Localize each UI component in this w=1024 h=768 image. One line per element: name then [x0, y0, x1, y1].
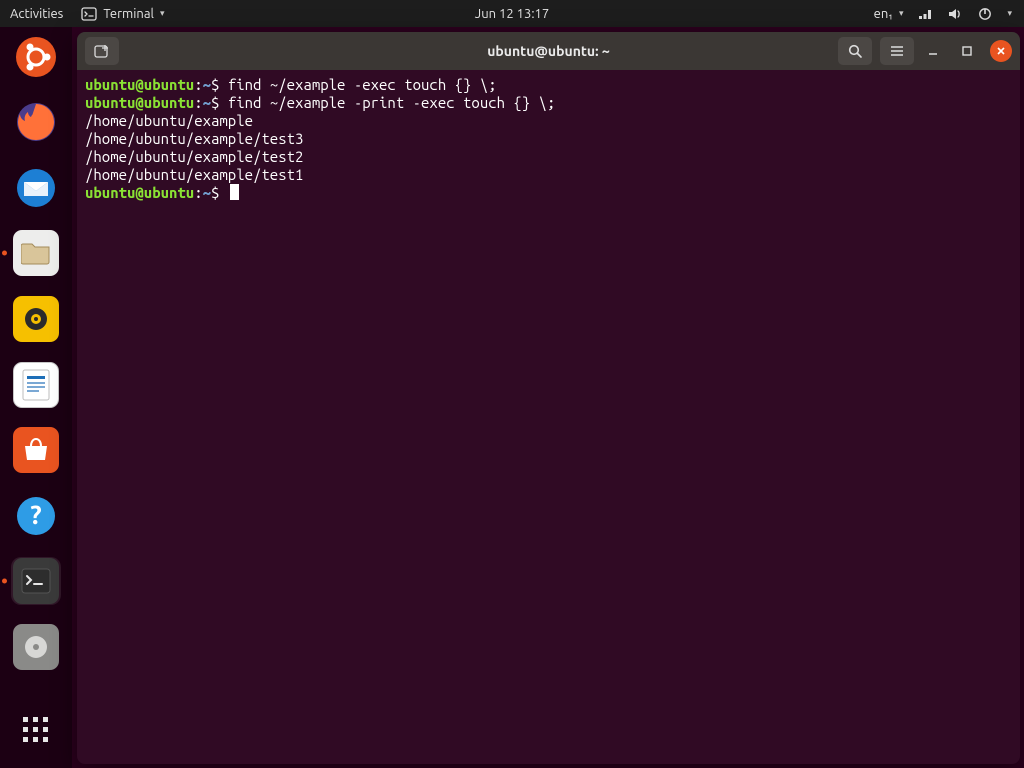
datetime-label: Jun 12 13:17 [475, 7, 549, 21]
terminal-app-icon [13, 558, 59, 604]
search-button[interactable] [838, 37, 872, 65]
ubuntu-logo-icon [14, 35, 58, 79]
dock-item-firefox[interactable] [11, 99, 61, 147]
files-icon [13, 230, 59, 276]
new-tab-icon [93, 42, 111, 60]
ubuntu-software-icon [13, 427, 59, 473]
maximize-icon [961, 45, 973, 57]
window-title: ubuntu@ubuntu: ~ [487, 43, 610, 59]
dock-item-thunderbird[interactable] [11, 164, 61, 212]
input-source-indicator[interactable]: en₁ ▾ [874, 7, 904, 21]
clock-button[interactable]: Jun 12 13:17 [475, 7, 549, 21]
minimize-button[interactable] [922, 40, 944, 62]
firefox-icon [14, 100, 58, 144]
activities-label: Activities [10, 7, 63, 21]
network-icon[interactable] [917, 6, 933, 22]
chevron-down-icon: ▾ [899, 8, 904, 19]
active-app-label: Terminal [103, 7, 154, 21]
gnome-topbar: Activities Terminal ▾ Jun 12 13:17 en₁ ▾… [0, 0, 1024, 27]
terminal-icon [81, 6, 97, 22]
terminal-content[interactable]: ubuntu@ubuntu:~$ find ~/example -exec to… [77, 70, 1020, 764]
new-tab-button[interactable] [85, 37, 119, 65]
terminal-window: ubuntu@ubuntu: ~ ubuntu@ubuntu:~$ find ~… [77, 32, 1020, 764]
close-icon [995, 45, 1007, 57]
close-button[interactable] [990, 40, 1012, 62]
chevron-down-icon[interactable]: ▾ [1007, 8, 1012, 19]
libreoffice-writer-icon [13, 362, 59, 408]
disks-icon [13, 624, 59, 670]
maximize-button[interactable] [956, 40, 978, 62]
svg-text:?: ? [30, 500, 41, 529]
ubuntu-dock: ? [0, 27, 72, 768]
rhythmbox-icon [13, 296, 59, 342]
chevron-down-icon: ▾ [160, 8, 165, 19]
dock-item-help[interactable]: ? [11, 492, 61, 540]
dock-item-terminal[interactable] [11, 557, 61, 605]
dock-item-ubuntu[interactable] [11, 33, 61, 81]
hamburger-menu-button[interactable] [880, 37, 914, 65]
dock-item-rhythmbox[interactable] [11, 295, 61, 343]
help-icon: ? [14, 494, 58, 538]
dock-item-writer[interactable] [11, 361, 61, 409]
window-titlebar[interactable]: ubuntu@ubuntu: ~ [77, 32, 1020, 70]
thunderbird-icon [14, 166, 58, 210]
input-lang-label: en₁ [874, 7, 893, 21]
dock-show-applications[interactable] [11, 706, 61, 754]
activities-button[interactable]: Activities [10, 7, 63, 21]
search-icon [847, 43, 863, 59]
dock-item-ubuntu-software[interactable] [11, 426, 61, 474]
minimize-icon [927, 45, 939, 57]
power-icon[interactable] [977, 6, 993, 22]
dock-item-disks[interactable] [11, 623, 61, 671]
dock-item-files[interactable] [11, 230, 61, 278]
apps-grid-icon [21, 715, 51, 745]
volume-icon[interactable] [947, 6, 963, 22]
hamburger-icon [889, 43, 905, 59]
active-app-menu[interactable]: Terminal ▾ [81, 6, 164, 22]
